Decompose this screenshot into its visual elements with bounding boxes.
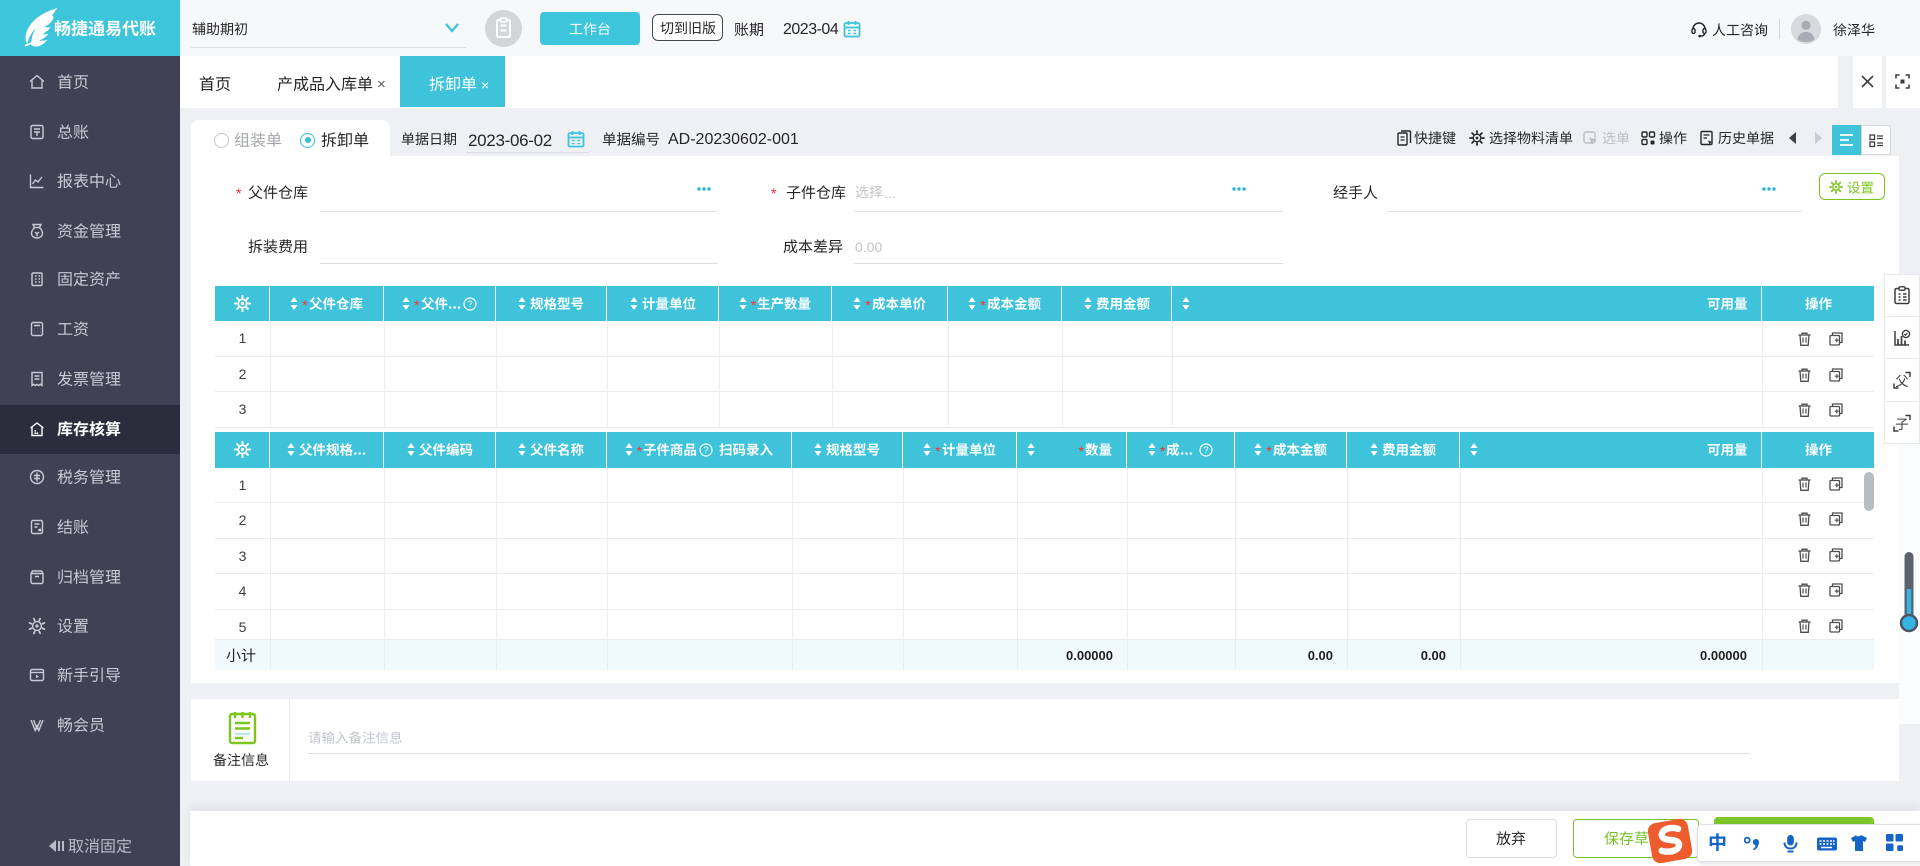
svg-text:?: ? — [704, 445, 709, 455]
svg-text:?: ? — [1204, 445, 1209, 455]
svg-text:?: ? — [467, 299, 472, 309]
